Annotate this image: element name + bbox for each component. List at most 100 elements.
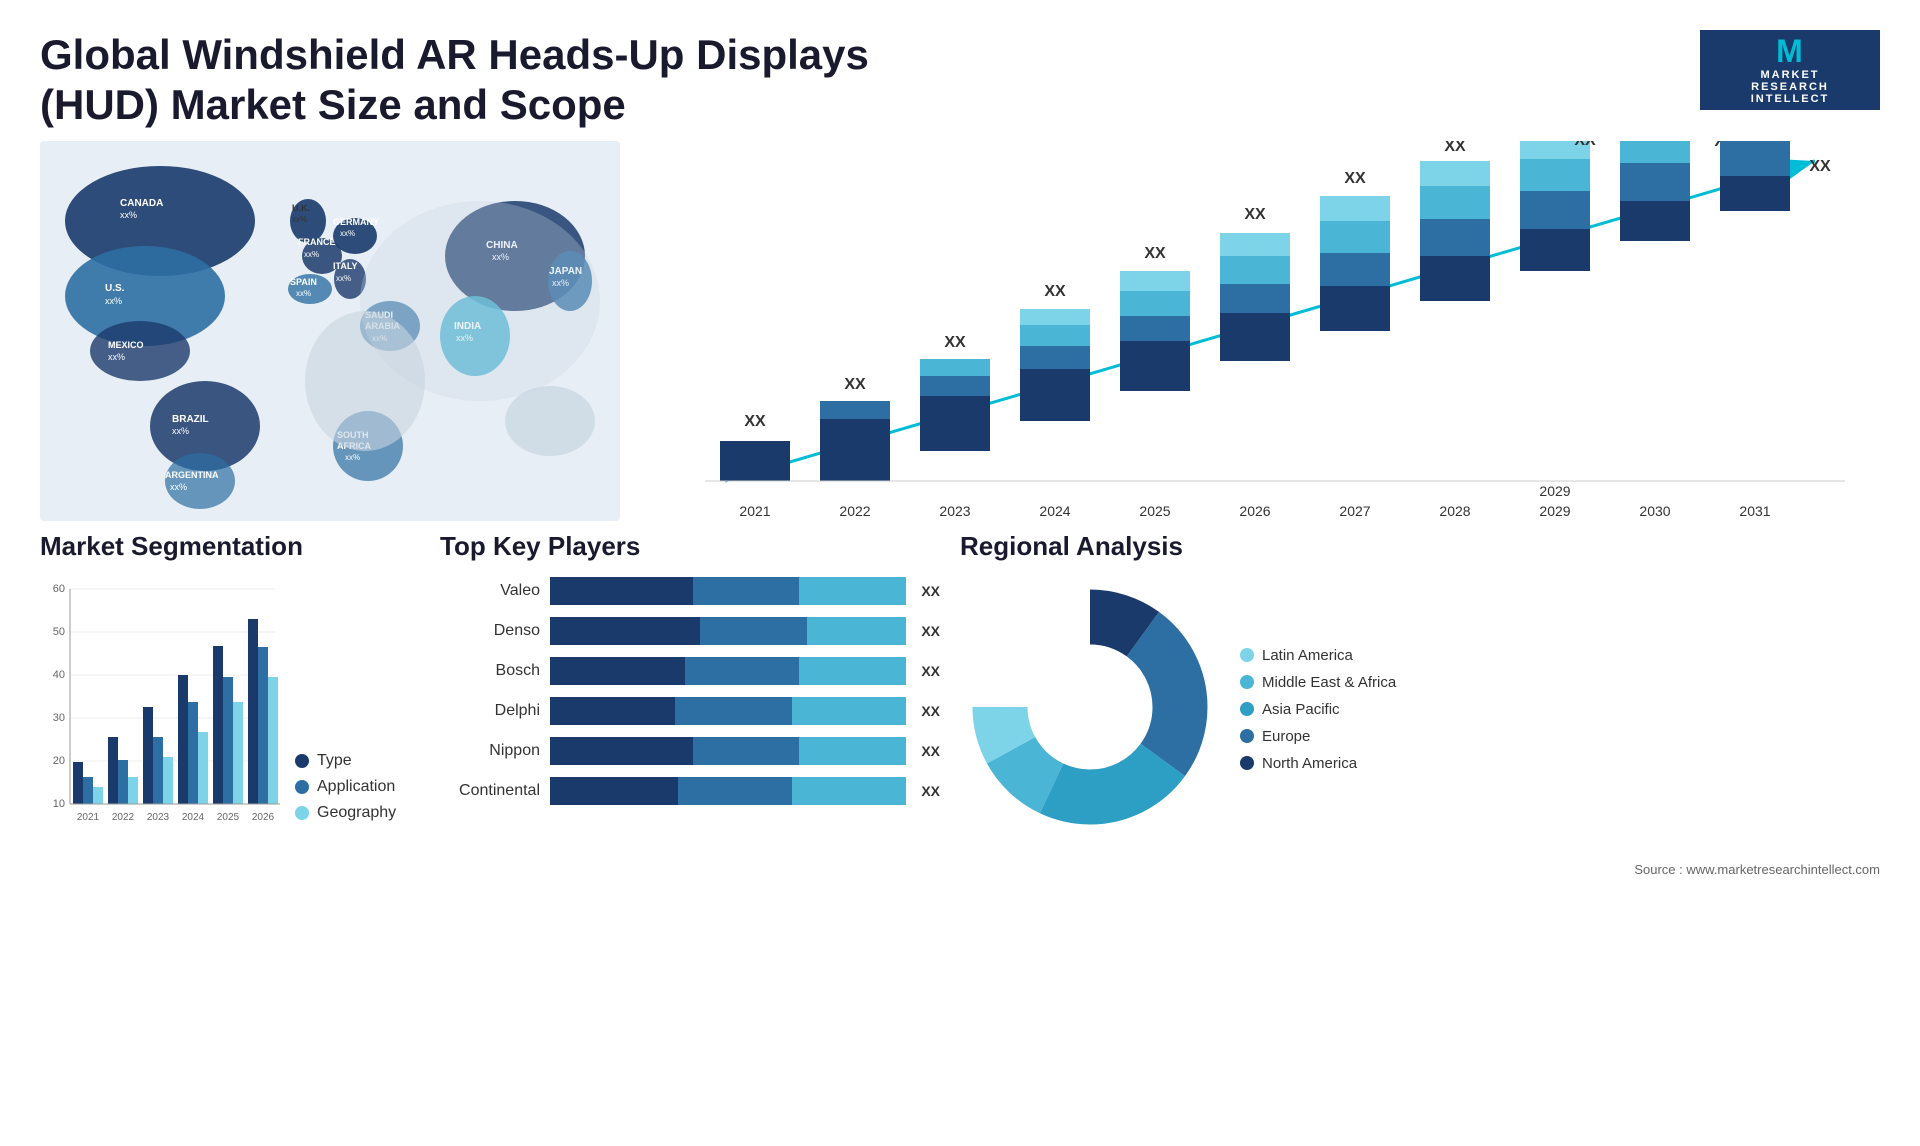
- logo-area: M MARKET RESEARCH INTELLECT: [1700, 30, 1880, 110]
- svg-text:XX: XX: [1244, 206, 1266, 223]
- logo-line2: RESEARCH: [1751, 81, 1829, 93]
- bosch-seg3: [799, 657, 906, 685]
- europe-label: Europe: [1262, 728, 1310, 745]
- regional-legend: Latin America Middle East & Africa Asia …: [1240, 647, 1396, 772]
- type-label: Type: [317, 752, 352, 770]
- svg-text:xx%: xx%: [108, 352, 125, 362]
- delphi-seg2: [675, 697, 793, 725]
- svg-text:2023: 2023: [147, 812, 170, 823]
- svg-text:xx%: xx%: [292, 215, 307, 224]
- svg-text:XX: XX: [944, 334, 966, 351]
- segmentation-content: 60 50 40 30 20 10: [40, 577, 420, 842]
- svg-text:2023: 2023: [939, 503, 970, 519]
- regional-title: Regional Analysis: [960, 531, 1880, 562]
- delphi-seg3: [792, 697, 906, 725]
- continental-seg2: [678, 777, 792, 805]
- bosch-xx: XX: [921, 663, 940, 679]
- svg-text:XX: XX: [844, 376, 866, 393]
- svg-text:60: 60: [53, 583, 65, 595]
- player-name-continental: Continental: [440, 782, 540, 800]
- svg-text:xx%: xx%: [304, 250, 319, 259]
- nippon-xx: XX: [921, 743, 940, 759]
- bosch-seg2: [685, 657, 799, 685]
- segmentation-panel: Market Segmentation 60 50 40 30 20 10: [40, 531, 420, 842]
- svg-text:XX: XX: [1344, 170, 1366, 187]
- svg-text:2025: 2025: [217, 812, 240, 823]
- source-text: Source : www.marketresearchintellect.com: [0, 862, 1920, 882]
- player-name-denso: Denso: [440, 622, 540, 640]
- application-label: Application: [317, 778, 395, 796]
- seg-bar-chart: 60 50 40 30 20 10: [40, 577, 280, 842]
- denso-seg1: [550, 617, 700, 645]
- geography-label: Geography: [317, 804, 396, 822]
- svg-text:xx%: xx%: [340, 229, 355, 238]
- market-size-chart: XX 2021 XX 2022 XX 2023: [650, 141, 1880, 531]
- svg-text:U.K.: U.K.: [292, 203, 310, 213]
- svg-text:2030: 2030: [1639, 503, 1670, 519]
- continental-seg3: [792, 777, 906, 805]
- donut-chart: [960, 577, 1220, 842]
- player-bosch: Bosch XX: [440, 657, 940, 685]
- svg-text:XX: XX: [1574, 141, 1596, 149]
- valeo-xx: XX: [921, 583, 940, 599]
- player-bar-denso: [550, 617, 906, 645]
- regional-asia-pacific: Asia Pacific: [1240, 701, 1396, 718]
- player-continental: Continental XX: [440, 777, 940, 805]
- svg-text:2028: 2028: [1439, 503, 1470, 519]
- svg-text:2021: 2021: [739, 503, 770, 519]
- legend-geography: Geography: [295, 804, 396, 822]
- asia-pacific-color: [1240, 702, 1254, 716]
- world-map: CANADA xx% U.S. xx% MEXICO xx% BRAZIL xx…: [40, 141, 620, 521]
- players-panel: Top Key Players Valeo XX Denso: [440, 531, 940, 842]
- segmentation-title: Market Segmentation: [40, 531, 420, 562]
- player-name-delphi: Delphi: [440, 702, 540, 720]
- regional-north-america: North America: [1240, 755, 1396, 772]
- europe-color: [1240, 729, 1254, 743]
- asia-pacific-label: Asia Pacific: [1262, 701, 1340, 718]
- svg-text:xx%: xx%: [172, 426, 189, 436]
- svg-text:XX: XX: [1144, 245, 1166, 262]
- nippon-seg1: [550, 737, 693, 765]
- svg-text:XX: XX: [1044, 283, 1066, 300]
- player-denso: Denso XX: [440, 617, 940, 645]
- players-list: Valeo XX Denso XX Bosch: [440, 577, 940, 805]
- valeo-seg2: [693, 577, 800, 605]
- player-bar-nippon: [550, 737, 906, 765]
- valeo-seg3: [799, 577, 906, 605]
- seg-chart-svg: 60 50 40 30 20 10: [40, 577, 280, 837]
- svg-text:ITALY: ITALY: [333, 261, 358, 271]
- mea-color: [1240, 675, 1254, 689]
- svg-text:2021: 2021: [77, 812, 100, 823]
- top-row: CANADA xx% U.S. xx% MEXICO xx% BRAZIL xx…: [0, 141, 1920, 531]
- north-america-label: North America: [1262, 755, 1357, 772]
- svg-text:30: 30: [53, 712, 65, 724]
- canada-label: CANADA: [120, 198, 163, 209]
- svg-text:xx%: xx%: [170, 482, 187, 492]
- player-delphi: Delphi XX: [440, 697, 940, 725]
- regional-mea: Middle East & Africa: [1240, 674, 1396, 691]
- player-bar-valeo: [550, 577, 906, 605]
- geography-color: [295, 806, 309, 820]
- denso-seg2: [700, 617, 807, 645]
- svg-text:2024: 2024: [182, 812, 205, 823]
- svg-text:2022: 2022: [112, 812, 135, 823]
- valeo-seg1: [550, 577, 693, 605]
- svg-text:2026: 2026: [252, 812, 275, 823]
- svg-text:2026: 2026: [1239, 503, 1270, 519]
- svg-text:XX: XX: [1809, 158, 1831, 175]
- svg-text:xx%: xx%: [105, 296, 122, 306]
- page-header: Global Windshield AR Heads-Up Displays (…: [0, 0, 1920, 141]
- map-svg: CANADA xx% U.S. xx% MEXICO xx% BRAZIL xx…: [40, 141, 620, 521]
- player-bar-bosch: [550, 657, 906, 685]
- denso-seg3: [807, 617, 907, 645]
- player-bar-continental: [550, 777, 906, 805]
- denso-xx: XX: [921, 623, 940, 639]
- svg-text:FRANCE: FRANCE: [298, 237, 336, 247]
- bosch-seg1: [550, 657, 685, 685]
- regional-latin-america: Latin America: [1240, 647, 1396, 664]
- bar-chart: XX 2021 XX 2022 XX 2023: [650, 141, 1880, 531]
- donut-svg: [960, 577, 1220, 837]
- svg-text:2031: 2031: [1739, 503, 1770, 519]
- svg-text:2029: 2029: [1539, 503, 1570, 519]
- application-color: [295, 780, 309, 794]
